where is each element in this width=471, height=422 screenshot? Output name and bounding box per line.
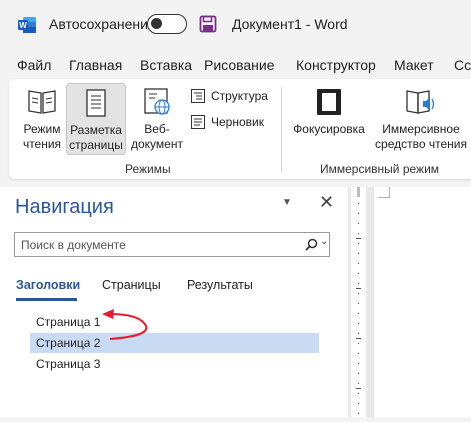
focus-label: Фокусировка	[293, 122, 365, 136]
web-layout-label: Веб- документ	[131, 122, 183, 151]
globe-page-icon	[144, 88, 170, 115]
immersive-reader-button[interactable]: Иммерсивное средство чтения	[373, 87, 469, 152]
draft-icon	[191, 115, 205, 129]
heading-item[interactable]: Страница 3	[30, 354, 319, 374]
book-icon	[28, 90, 56, 114]
book-speaker-icon	[406, 90, 435, 114]
outline-button[interactable]: Структура	[190, 88, 268, 104]
immersive-reader-label: Иммерсивное средство чтения	[375, 122, 467, 151]
svg-text:W: W	[19, 21, 27, 30]
web-layout-button[interactable]: Веб- документ	[131, 87, 183, 152]
read-mode-button[interactable]: Режим чтения	[15, 87, 69, 152]
heading-item[interactable]: Страница 1	[30, 312, 319, 332]
tab-design[interactable]: Конструктор	[296, 57, 376, 73]
print-layout-button[interactable]: Разметка страницы	[66, 83, 126, 155]
search-box: ⌄	[14, 232, 330, 257]
group-separator	[281, 87, 282, 173]
tab-insert[interactable]: Вставка	[140, 57, 192, 73]
navigation-pane: Навигация ▼ ✕ ⌄ Заголовки Страницы Резул…	[0, 187, 348, 417]
print-layout-label: Разметка страницы	[69, 123, 123, 152]
outline-icon	[191, 89, 205, 103]
tab-headings[interactable]: Заголовки	[16, 278, 80, 292]
views-group-label: Режимы	[125, 162, 171, 176]
draft-button[interactable]: Черновик	[190, 114, 264, 130]
search-input[interactable]	[21, 236, 291, 253]
document-page[interactable]	[374, 187, 471, 417]
page-icon	[86, 89, 106, 117]
nav-pane-title: Навигация	[15, 196, 114, 218]
autosave-toggle[interactable]	[147, 14, 187, 34]
heading-item-selected[interactable]: Страница 2	[30, 333, 319, 353]
tab-file[interactable]: Файл	[17, 57, 51, 73]
chevron-down-icon[interactable]: ⌄	[320, 236, 328, 247]
document-title: Документ1 - Word	[232, 16, 348, 32]
page-margin-corner	[379, 187, 390, 198]
draft-label: Черновик	[211, 115, 264, 129]
save-icon[interactable]	[199, 15, 217, 33]
tab-layout[interactable]: Макет	[394, 57, 434, 73]
vertical-ruler	[351, 187, 366, 417]
tab-results[interactable]: Результаты	[187, 278, 253, 292]
word-app-icon: W	[18, 17, 36, 33]
tab-pages[interactable]: Страницы	[102, 278, 161, 292]
ruler-ticks	[356, 187, 361, 414]
immersive-group-label: Иммерсивный режим	[320, 162, 440, 176]
tab-draw[interactable]: Рисование	[204, 57, 275, 73]
title-bar: W Автосохранение Документ1 - Word	[0, 0, 471, 50]
ribbon-tabs: Файл Главная Вставка Рисование Конструкт…	[0, 53, 471, 79]
focus-icon	[317, 89, 341, 115]
read-mode-label: Режим чтения	[22, 122, 62, 151]
focus-button[interactable]: Фокусировка	[289, 87, 369, 137]
autosave-label: Автосохранение	[49, 16, 156, 32]
toggle-knob	[151, 18, 162, 29]
close-icon[interactable]: ✕	[319, 192, 334, 213]
tab-references[interactable]: Сс	[454, 57, 471, 73]
pane-options-icon[interactable]: ▼	[282, 197, 292, 208]
ribbon-panel: Режим чтения Разметка страницы Веб- доку…	[9, 79, 471, 179]
outline-label: Структура	[211, 89, 268, 103]
active-tab-indicator	[16, 298, 77, 301]
tab-home[interactable]: Главная	[69, 57, 122, 73]
search-icon[interactable]	[305, 238, 318, 251]
